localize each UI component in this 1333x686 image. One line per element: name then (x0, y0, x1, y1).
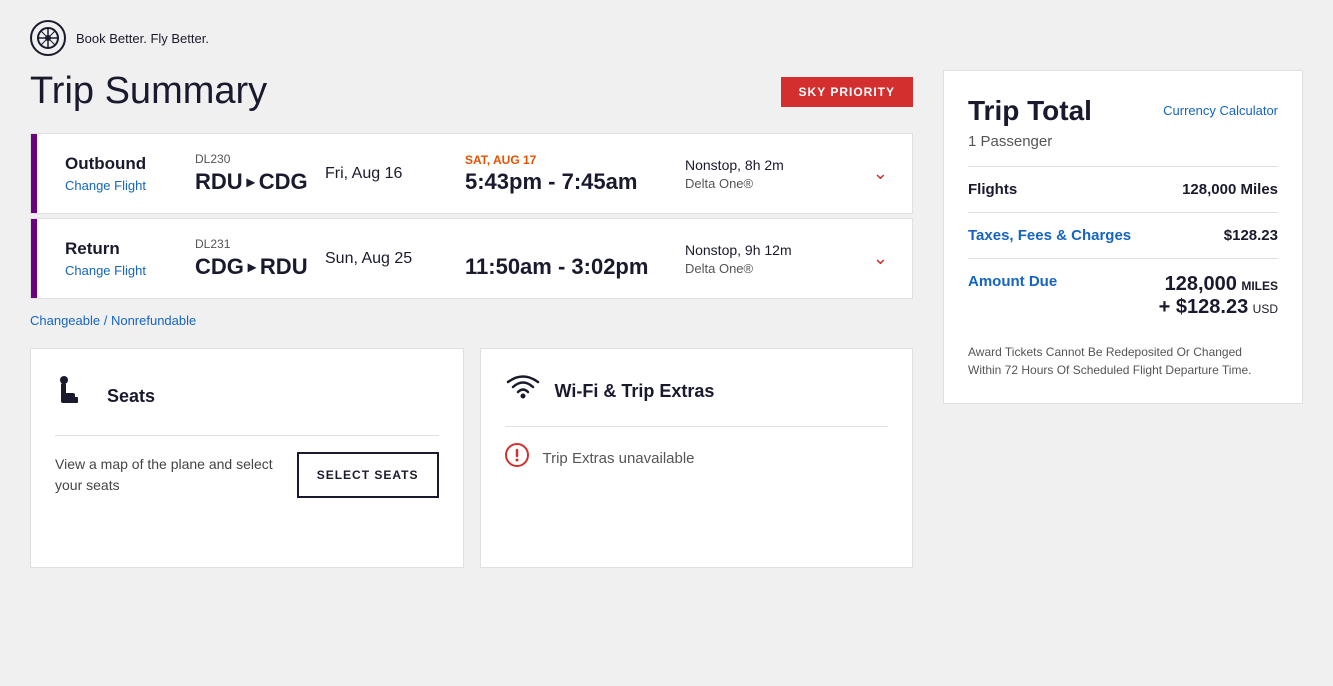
logo-text-bold: Book Better. (76, 31, 147, 46)
amount-due-label: Amount Due (968, 273, 1057, 290)
outbound-change-flight-link[interactable]: Change Flight (65, 178, 195, 193)
return-label-col: Return Change Flight (55, 239, 195, 278)
seats-card-header: Seats (55, 373, 439, 436)
return-flight-number-col: DL231 CDG ▸ RDU (195, 237, 325, 280)
amount-due-miles-line: 128,000 MILES (1159, 273, 1278, 296)
outbound-chevron-icon: ⌄ (873, 163, 888, 184)
changeable-note: Changeable / Nonrefundable (30, 313, 913, 328)
currency-calc-link[interactable]: Currency Calculator (1163, 103, 1278, 118)
wifi-card-header: Wi-Fi & Trip Extras (505, 373, 889, 427)
seat-icon (55, 373, 93, 419)
select-seats-button[interactable]: SELECT SEATS (297, 452, 439, 498)
wifi-card: Wi-Fi & Trip Extras Trip Extras unavaila… (480, 348, 914, 568)
return-time-col: placeholder 11:50am - 3:02pm (465, 238, 685, 280)
flights-value: 128,000 Miles (1182, 181, 1278, 198)
outbound-route: RDU ▸ CDG (195, 169, 325, 195)
outbound-destination: CDG (259, 169, 308, 195)
return-duration-col: Nonstop, 9h 12m Delta One® (685, 242, 858, 276)
outbound-duration-col: Nonstop, 8h 2m Delta One® (685, 157, 858, 191)
seats-card-body: View a map of the plane and select your … (55, 452, 439, 498)
left-panel: Trip Summary SKY PRIORITY Outbound Chang… (30, 70, 913, 568)
sky-priority-badge: SKY PRIORITY (781, 77, 913, 107)
route-arrow-outbound: ▸ (247, 172, 255, 192)
logo-icon (30, 20, 66, 56)
return-change-flight-link[interactable]: Change Flight (65, 263, 195, 278)
return-destination: RDU (260, 254, 308, 280)
outbound-date: Fri, Aug 16 (325, 165, 465, 183)
outbound-cabin: Delta One® (685, 176, 858, 191)
outbound-flight-number: DL230 (195, 152, 325, 166)
page-title: Trip Summary (30, 70, 267, 113)
return-chevron-icon: ⌄ (873, 248, 888, 269)
outbound-time-label: SAT, AUG 17 (465, 153, 685, 167)
warning-icon (505, 443, 529, 473)
return-time-range: 11:50am - 3:02pm (465, 254, 685, 280)
flights-label: Flights (968, 181, 1017, 198)
seats-description: View a map of the plane and select your … (55, 454, 277, 496)
route-arrow-return: ▸ (248, 257, 256, 277)
seats-card: Seats View a map of the plane and select… (30, 348, 464, 568)
miles-amount: 128,000 (1165, 273, 1237, 295)
outbound-flight-card: Outbound Change Flight DL230 RDU ▸ CDG F… (30, 133, 913, 214)
passenger-count: 1 Passenger (968, 133, 1278, 150)
unavailable-text: Trip Extras unavailable (543, 450, 695, 467)
outbound-flight-number-col: DL230 RDU ▸ CDG (195, 152, 325, 195)
outbound-chevron-col[interactable]: ⌄ (858, 163, 888, 184)
return-origin: CDG (195, 254, 244, 280)
outbound-label-col: Outbound Change Flight (55, 154, 195, 193)
wifi-icon (505, 373, 541, 410)
right-panel: Trip Total Currency Calculator 1 Passeng… (943, 70, 1303, 568)
amount-due-usd-line: + $128.23 USD (1159, 296, 1278, 319)
outbound-label: Outbound (65, 154, 195, 174)
logo-bar: Book Better. Fly Better. (30, 20, 1303, 56)
usd-amount: + $128.23 (1159, 296, 1249, 318)
outbound-origin: RDU (195, 169, 243, 195)
outbound-border (31, 134, 37, 213)
amount-due-row: Amount Due 128,000 MILES + $128.23 USD (968, 258, 1278, 333)
return-chevron-col[interactable]: ⌄ (858, 248, 888, 269)
return-border (31, 219, 37, 298)
return-duration: Nonstop, 9h 12m (685, 242, 858, 258)
usd-unit: USD (1253, 302, 1278, 316)
return-label: Return (65, 239, 195, 259)
return-flight-card: Return Change Flight DL231 CDG ▸ RDU Sun… (30, 218, 913, 299)
trip-total-card: Trip Total Currency Calculator 1 Passeng… (943, 70, 1303, 404)
logo-text: Book Better. Fly Better. (76, 31, 209, 46)
amount-due-value: 128,000 MILES + $128.23 USD (1159, 273, 1278, 319)
wifi-card-body: Trip Extras unavailable (505, 443, 889, 473)
outbound-time-range: 5:43pm - 7:45am (465, 169, 685, 195)
outbound-duration: Nonstop, 8h 2m (685, 157, 858, 173)
wifi-card-title: Wi-Fi & Trip Extras (555, 381, 715, 402)
return-date: Sun, Aug 25 (325, 250, 465, 268)
taxes-value: $128.23 (1224, 227, 1278, 244)
logo-text-regular: Fly Better. (147, 31, 209, 46)
miles-unit: MILES (1241, 279, 1278, 293)
seats-card-title: Seats (107, 386, 155, 407)
trip-total-title: Trip Total (968, 95, 1092, 127)
title-row: Trip Summary SKY PRIORITY (30, 70, 913, 113)
bottom-cards: Seats View a map of the plane and select… (30, 348, 913, 568)
taxes-label: Taxes, Fees & Charges (968, 227, 1131, 244)
return-cabin: Delta One® (685, 261, 858, 276)
trip-total-header: Trip Total Currency Calculator (968, 95, 1278, 127)
return-route: CDG ▸ RDU (195, 254, 325, 280)
award-note: Award Tickets Cannot Be Redeposited Or C… (968, 343, 1278, 379)
flights-row: Flights 128,000 Miles (968, 166, 1278, 212)
taxes-row: Taxes, Fees & Charges $128.23 (968, 212, 1278, 258)
outbound-time-col: SAT, AUG 17 5:43pm - 7:45am (465, 153, 685, 195)
return-flight-number: DL231 (195, 237, 325, 251)
